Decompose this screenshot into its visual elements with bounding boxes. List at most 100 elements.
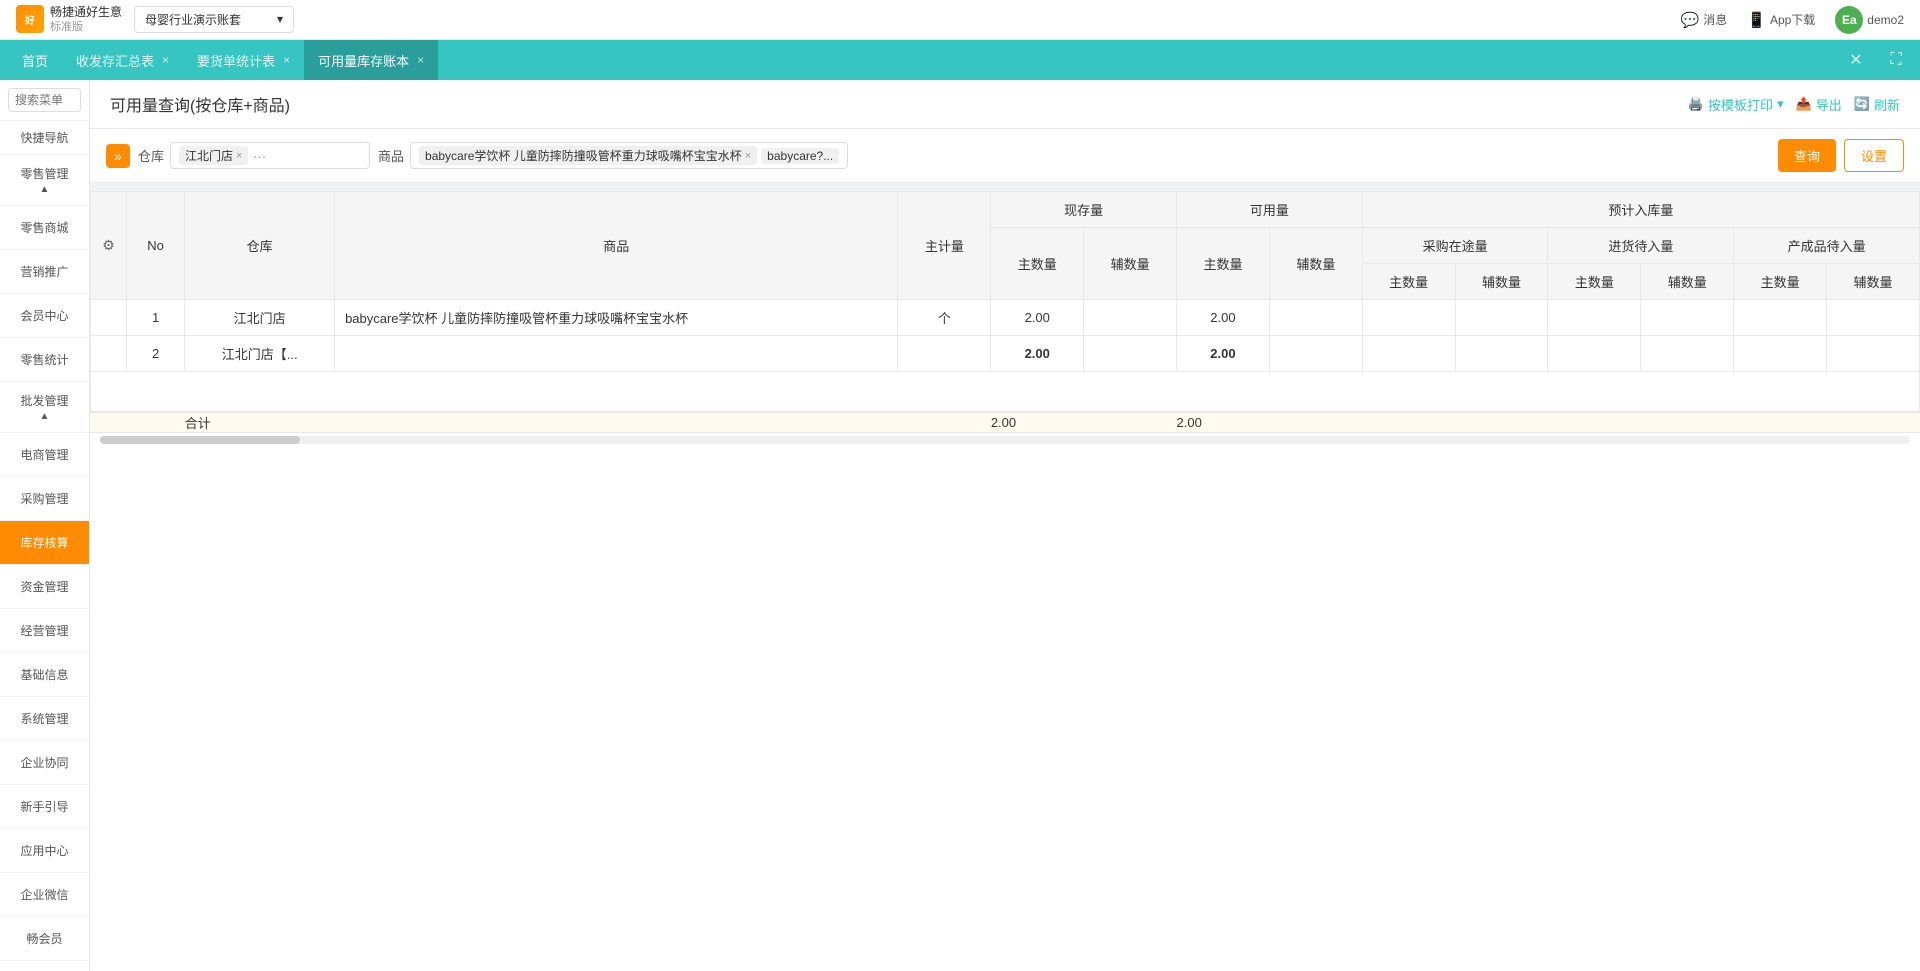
search-input[interactable] — [8, 88, 81, 112]
row1-available-main: 2.00 — [1177, 300, 1270, 336]
sidebar-item-app-center[interactable]: 应用中心 — [0, 829, 89, 873]
export-icon: 📤 — [1796, 96, 1812, 112]
print-label: 按模板打印 — [1708, 95, 1773, 114]
ecommerce-label: 电商管理 — [20, 446, 68, 463]
footer-row: 合计 2.00 2.00 — [91, 412, 1920, 432]
industry-selector[interactable]: 母婴行业演示账套 ▾ — [134, 6, 294, 33]
warehouse-filter-ellipsis[interactable]: ··· — [252, 148, 266, 164]
footer-no — [127, 412, 185, 432]
refresh-label: 刷新 — [1874, 95, 1900, 114]
row1-purchase-main — [1362, 300, 1455, 336]
sidebar-item-wechat[interactable]: 企业微信 — [0, 873, 89, 917]
sidebar-item-inventory[interactable]: 库存核算 — [0, 521, 89, 565]
col-incoming-aux: 辅数量 — [1641, 264, 1734, 300]
row2-incoming-aux — [1641, 336, 1734, 372]
sidebar-item-member-center[interactable]: 会员中心 — [0, 294, 89, 338]
sidebar-item-operations[interactable]: 经营管理 — [0, 609, 89, 653]
purchase-label: 采购管理 — [20, 490, 68, 507]
product-tag-2-value: babycare?... — [767, 149, 833, 163]
sidebar-item-purchase[interactable]: 采购管理 — [0, 477, 89, 521]
sidebar-item-retail-mall[interactable]: 零售商城 — [0, 206, 89, 250]
tab-order-close[interactable]: × — [283, 53, 290, 67]
sidebar-item-ecommerce[interactable]: 电商管理 — [0, 433, 89, 477]
refresh-icon: 🔄 — [1854, 96, 1870, 112]
warehouse-tag-close[interactable]: × — [236, 150, 242, 162]
scrollbar-track — [100, 436, 1910, 444]
nav-label: 快捷导航 — [20, 129, 68, 146]
tab-order-stats[interactable]: 要货单统计表 × — [183, 40, 304, 80]
col-product: 商品 — [335, 192, 898, 300]
top-bar-right: 💬 消息 📱 App下载 Ea demo2 — [1681, 6, 1904, 34]
user-area[interactable]: Ea demo2 — [1835, 6, 1904, 34]
tab-home[interactable]: 首页 — [8, 40, 62, 80]
app-download-button[interactable]: 📱 App下载 — [1747, 11, 1815, 29]
product-filter-tags[interactable]: babycare学饮杯 儿童防摔防撞吸管杯重力球吸嘴杯宝宝水杯 × babyca… — [410, 142, 848, 169]
expand-button[interactable]: » — [106, 144, 130, 168]
sidebar-item-retail-management[interactable]: 零售管理 ▲ — [0, 155, 89, 206]
col-settings: ⚙ — [91, 192, 127, 300]
sidebar-item-system[interactable]: 系统管理 — [0, 697, 89, 741]
sidebar-item-finance[interactable]: 资金管理 — [0, 565, 89, 609]
col-warehouse: 仓库 — [185, 192, 335, 300]
newbie-label: 新手引导 — [20, 798, 68, 815]
tab-home-label: 首页 — [22, 51, 48, 70]
fullscreen-button[interactable]: ⛶ — [1880, 44, 1912, 76]
app-center-label: 应用中心 — [20, 842, 68, 859]
row2-warehouse: 江北门店【... — [185, 336, 335, 372]
top-bar: 好 畅捷通好生意 标准版 母婴行业演示账套 ▾ 💬 消息 📱 App下载 Ea … — [0, 0, 1920, 40]
tab-receive-label: 收发存汇总表 — [76, 51, 154, 70]
product-tag-1-close[interactable]: × — [745, 150, 751, 162]
sidebar-item-newbie[interactable]: 新手引导 — [0, 785, 89, 829]
footer-incoming-main — [1548, 412, 1641, 432]
scrollbar-thumb[interactable] — [100, 436, 300, 444]
col-purchase-aux: 辅数量 — [1455, 264, 1548, 300]
tab-receive-summary[interactable]: 收发存汇总表 × — [62, 40, 183, 80]
col-current-aux-qty: 辅数量 — [1084, 228, 1177, 300]
tab-receive-close[interactable]: × — [162, 53, 169, 67]
sidebar-item-member[interactable]: 畅会员 — [0, 917, 89, 961]
tab-available-label: 可用量库存账本 — [318, 51, 409, 70]
tab-available-close[interactable]: × — [417, 53, 424, 67]
message-button[interactable]: 💬 消息 — [1681, 11, 1728, 29]
close-all-tabs-button[interactable]: ✕ — [1840, 44, 1872, 76]
sidebar-item-enterprise[interactable]: 企业协同 — [0, 741, 89, 785]
footer-purchase-aux — [1455, 412, 1548, 432]
gear-icon[interactable]: ⚙ — [102, 237, 115, 253]
query-button[interactable]: 查询 — [1778, 139, 1836, 172]
row1-warehouse: 江北门店 — [185, 300, 335, 336]
sidebar: 快捷导航 零售管理 ▲ 零售商城 营销推广 会员中心 零售统计 批发管理 ▲ 电… — [0, 80, 90, 971]
warehouse-tag-value: 江北门店 — [185, 147, 233, 164]
col-current-main-qty: 主数量 — [991, 228, 1084, 300]
product-label: 商品 — [378, 146, 404, 165]
footer-available-aux — [1269, 412, 1362, 432]
member-center-label: 会员中心 — [20, 307, 68, 324]
export-button[interactable]: 📤 导出 — [1796, 95, 1842, 114]
table-scrollbar-area — [90, 432, 1920, 448]
settings-button[interactable]: 设置 — [1844, 139, 1904, 172]
row2-incoming-main — [1548, 336, 1641, 372]
footer-product — [335, 412, 898, 432]
print-button[interactable]: 🖨️ 按模板打印 ▾ — [1688, 95, 1784, 114]
col-purchase-transit: 采购在途量 — [1362, 228, 1548, 264]
table-row: 2 江北门店【... 2.00 2.00 — [91, 336, 1920, 372]
main-content: 可用量查询(按仓库+商品) 🖨️ 按模板打印 ▾ 📤 导出 🔄 刷新 — [90, 80, 1920, 971]
row1-no: 1 — [127, 300, 185, 336]
warehouse-filter-tags[interactable]: 江北门店 × ··· — [170, 142, 370, 169]
sidebar-item-marketing[interactable]: 营销推广 — [0, 250, 89, 294]
sidebar-item-retail-stats[interactable]: 零售统计 — [0, 338, 89, 382]
warehouse-filter-group: 仓库 江北门店 × ··· — [138, 142, 370, 169]
sidebar-item-wholesale-management[interactable]: 批发管理 ▲ — [0, 382, 89, 433]
tab-available-stock[interactable]: 可用量库存账本 × — [304, 40, 438, 80]
warehouse-tag: 江北门店 × — [179, 146, 248, 165]
refresh-button[interactable]: 🔄 刷新 — [1854, 95, 1900, 114]
logo-line2: 标准版 — [50, 20, 122, 34]
logo-icon: 好 — [16, 5, 44, 33]
operations-label: 经营管理 — [20, 622, 68, 639]
col-product-pending: 产成品待入量 — [1734, 228, 1920, 264]
sidebar-item-basics[interactable]: 基础信息 — [0, 653, 89, 697]
expand-icon: ▲ — [40, 184, 50, 195]
message-icon: 💬 — [1681, 11, 1700, 29]
sidebar-nav-button[interactable]: 快捷导航 — [0, 121, 89, 155]
row2-product-aux — [1827, 336, 1920, 372]
logo-line1: 畅捷通好生意 — [50, 5, 122, 21]
